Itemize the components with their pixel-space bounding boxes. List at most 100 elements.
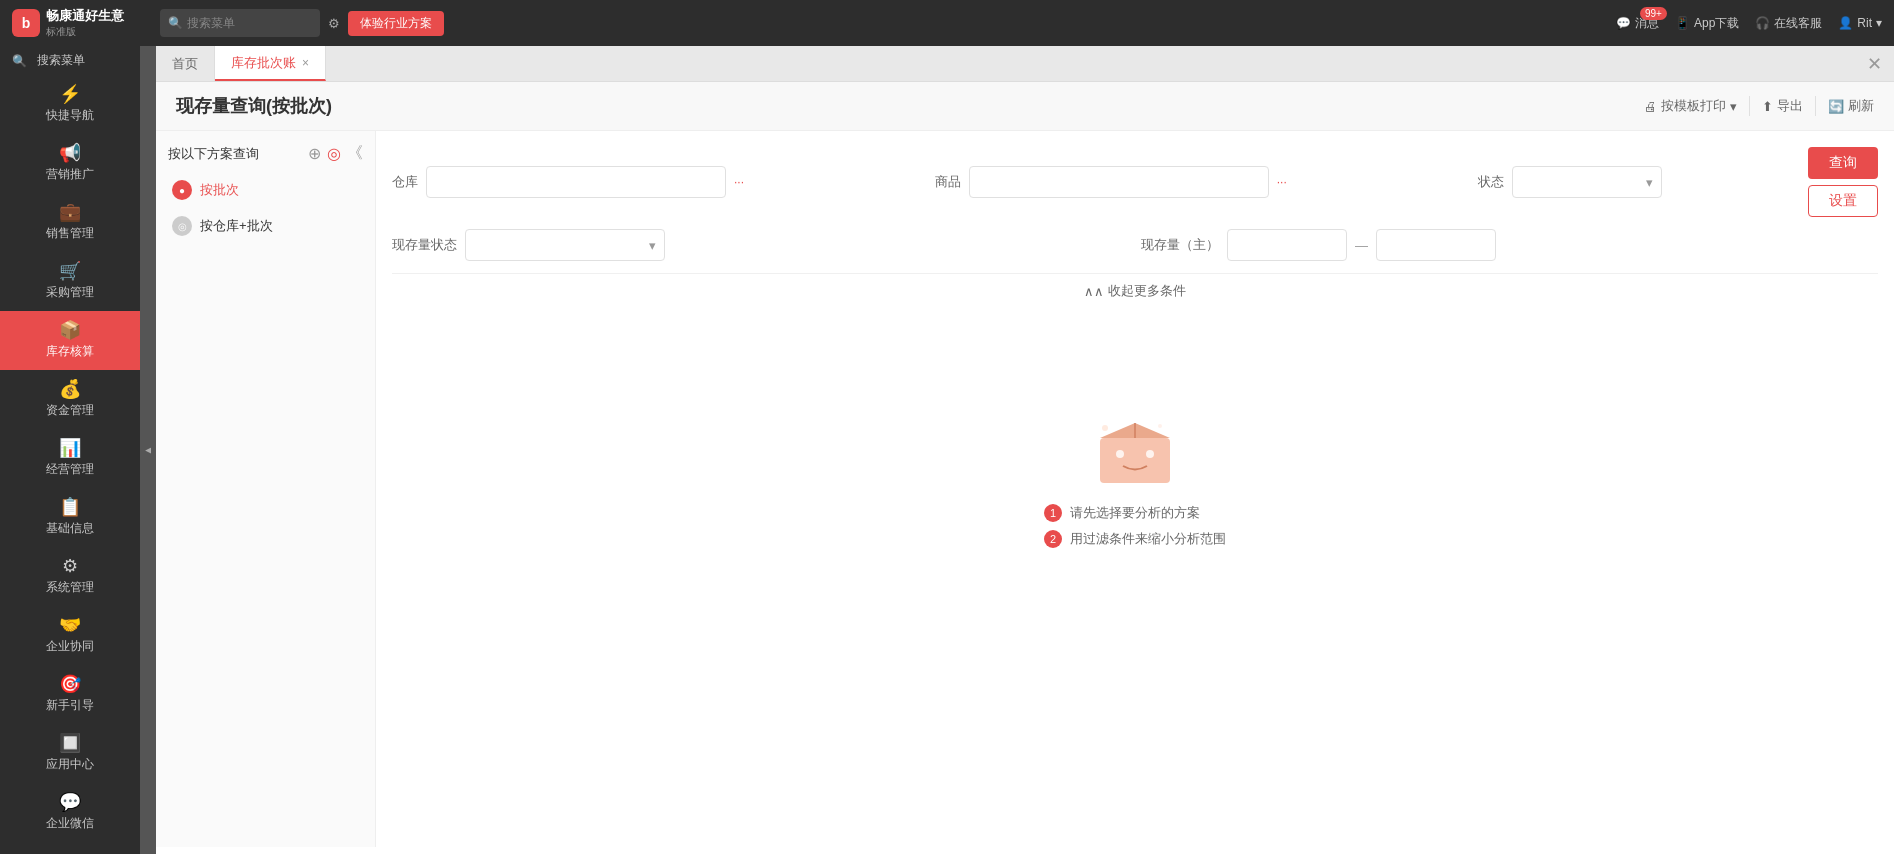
query-btn[interactable]: 查询 (1808, 147, 1878, 179)
split-layout: 按以下方案查询 ⊕ ◎ 《 ● 按批次 ◎ 按仓库+批次 (156, 131, 1894, 847)
marketing-label: 营销推广 (46, 166, 94, 183)
warehouse-input[interactable] (426, 166, 726, 198)
sidebar-item-marketing[interactable]: 📢 营销推广 (0, 134, 140, 193)
goods-filter-group: 商品 ··· (935, 166, 1466, 198)
sidebar-item-wechat[interactable]: 💬 企业微信 (0, 783, 140, 842)
add-plan-icon[interactable]: ⊕ (308, 144, 321, 163)
sidebar-item-sales[interactable]: 💼 销售管理 (0, 193, 140, 252)
sidebar-item-finance[interactable]: 💰 资金管理 (0, 370, 140, 429)
system-label: 系统管理 (46, 579, 94, 596)
sidebar-item-guide[interactable]: 🎯 新手引导 (0, 665, 140, 724)
search-menu-label: 搜索菜单 (37, 52, 85, 69)
enterprise-icon: 🤝 (59, 616, 81, 634)
shortcut-label: 快捷导航 (46, 107, 94, 124)
finance-label: 资金管理 (46, 402, 94, 419)
sidebar-item-search[interactable]: 🔍 搜索菜单 (0, 46, 140, 75)
warehouse-more[interactable]: ··· (734, 175, 744, 189)
basics-icon: 📋 (59, 498, 81, 516)
sidebar-item-basics[interactable]: 📋 基础信息 (0, 488, 140, 547)
collapse-label: 收起更多条件 (1108, 282, 1186, 300)
empty-step-2: 2 用过滤条件来缩小分析范围 (1044, 530, 1226, 548)
svg-point-6 (1158, 424, 1162, 428)
batch-plan-label: 按批次 (200, 181, 239, 199)
empty-steps: 1 请先选择要分析的方案 2 用过滤条件来缩小分析范围 (1044, 504, 1226, 548)
filter-row-1: 仓库 ··· 商品 ··· 状态 (392, 147, 1878, 217)
batch-plan-icon: ● (172, 180, 192, 200)
wechat-label: 企业微信 (46, 815, 94, 832)
home-tab-label: 首页 (172, 55, 198, 73)
left-panel-title: 按以下方案查询 (168, 145, 259, 163)
tab-close-icon[interactable]: × (302, 56, 309, 70)
header-search[interactable]: 🔍 搜索菜单 (160, 9, 320, 37)
app-download-item[interactable]: 📱 App下载 (1675, 15, 1739, 32)
search-icon: 🔍 (168, 16, 183, 30)
inventory-label: 库存核算 (46, 343, 94, 360)
export-btn[interactable]: ⬆ 导出 (1762, 97, 1803, 115)
shortcut-icon: ⚡ (59, 85, 81, 103)
stock-qty-max[interactable] (1376, 229, 1496, 261)
panel-item-batch[interactable]: ● 按批次 (156, 172, 375, 208)
message-item[interactable]: 💬 消息 99+ (1616, 15, 1659, 32)
settings-plan-icon[interactable]: ◎ (327, 144, 341, 163)
sidebar-item-purchase[interactable]: 🛒 采购管理 (0, 252, 140, 311)
search-placeholder: 搜索菜单 (187, 15, 235, 32)
online-service-item[interactable]: 🎧 在线客服 (1755, 15, 1822, 32)
goods-label: 商品 (935, 173, 961, 191)
collapse-panel-icon[interactable]: 《 (347, 143, 363, 164)
status-label: 状态 (1478, 173, 1504, 191)
main-layout: 🔍 搜索菜单 ⚡ 快捷导航 📢 营销推广 💼 销售管理 🛒 采购管理 📦 (0, 46, 1894, 854)
stock-status-select[interactable]: ▾ (465, 229, 665, 261)
step-2-num: 2 (1044, 530, 1062, 548)
print-icon: 🖨 (1644, 99, 1657, 114)
scroll-up-icon: ▲ (143, 445, 154, 455)
user-name: Rit (1857, 16, 1872, 30)
sidebar-item-shortcut[interactable]: ⚡ 快捷导航 (0, 75, 140, 134)
panel-item-warehouse-batch[interactable]: ◎ 按仓库+批次 (156, 208, 375, 244)
filter-row-2: 现存量状态 ▾ 现存量（主） — (392, 229, 1878, 261)
step-1-text: 请先选择要分析的方案 (1070, 504, 1200, 522)
sidebar-container: 🔍 搜索菜单 ⚡ 快捷导航 📢 营销推广 💼 销售管理 🛒 采购管理 📦 (0, 46, 156, 854)
sidebar-item-enterprise[interactable]: 🤝 企业协同 (0, 606, 140, 665)
empty-step-1: 1 请先选择要分析的方案 (1044, 504, 1226, 522)
stock-status-group: 现存量状态 ▾ (392, 229, 1129, 261)
user-avatar-icon: 👤 (1838, 16, 1853, 30)
tab-batch[interactable]: 库存批次账 × (215, 46, 326, 81)
print-label: 按模板打印 (1661, 97, 1726, 115)
system-icon: ⚙ (62, 557, 78, 575)
print-btn[interactable]: 🖨 按模板打印 ▾ (1644, 97, 1737, 115)
sidebar-item-system[interactable]: ⚙ 系统管理 (0, 547, 140, 606)
status-select[interactable]: ▾ (1512, 166, 1662, 198)
online-service-label: 在线客服 (1774, 15, 1822, 32)
top-header: b 畅康通好生意 标准版 🔍 搜索菜单 ⚙ 体验行业方案 💬 消息 99+ 📱 … (0, 0, 1894, 46)
sidebar-item-apps[interactable]: 🔲 应用中心 (0, 724, 140, 783)
sidebar-scroll[interactable]: ▲ (140, 46, 156, 854)
settings-icon[interactable]: ⚙ (328, 16, 340, 31)
right-panel: 仓库 ··· 商品 ··· 状态 (376, 131, 1894, 847)
warehouse-batch-label: 按仓库+批次 (200, 217, 273, 235)
settings-btn[interactable]: 设置 (1808, 185, 1878, 217)
goods-more[interactable]: ··· (1277, 175, 1287, 189)
trial-btn[interactable]: 体验行业方案 (348, 11, 444, 36)
inventory-icon: 📦 (59, 321, 81, 339)
tab-panel-close-icon[interactable]: ✕ (1855, 53, 1894, 75)
stock-qty-group: 现存量（主） — (1141, 229, 1878, 261)
search-icon: 🔍 (12, 54, 27, 68)
apps-icon: 🔲 (59, 734, 81, 752)
tab-home[interactable]: 首页 (156, 46, 215, 81)
export-icon: ⬆ (1762, 99, 1773, 114)
user-item[interactable]: 👤 Rit ▾ (1838, 16, 1882, 30)
page-content: 现存量查询(按批次) 🖨 按模板打印 ▾ ⬆ 导出 🔄 (156, 82, 1894, 854)
page-header: 现存量查询(按批次) 🖨 按模板打印 ▾ ⬆ 导出 🔄 (156, 82, 1894, 131)
svg-point-4 (1146, 450, 1154, 458)
refresh-btn[interactable]: 🔄 刷新 (1828, 97, 1874, 115)
print-dropdown-icon: ▾ (1730, 99, 1737, 114)
refresh-icon: 🔄 (1828, 99, 1844, 114)
goods-input[interactable] (969, 166, 1269, 198)
sidebar-item-vip[interactable]: V 畅会员 (0, 842, 140, 854)
step-1-num: 1 (1044, 504, 1062, 522)
sidebar-item-operations[interactable]: 📊 经营管理 (0, 429, 140, 488)
collapse-row[interactable]: ∧∧ 收起更多条件 (392, 273, 1878, 308)
operations-icon: 📊 (59, 439, 81, 457)
stock-qty-min[interactable] (1227, 229, 1347, 261)
sidebar-item-inventory[interactable]: 📦 库存核算 (0, 311, 140, 370)
